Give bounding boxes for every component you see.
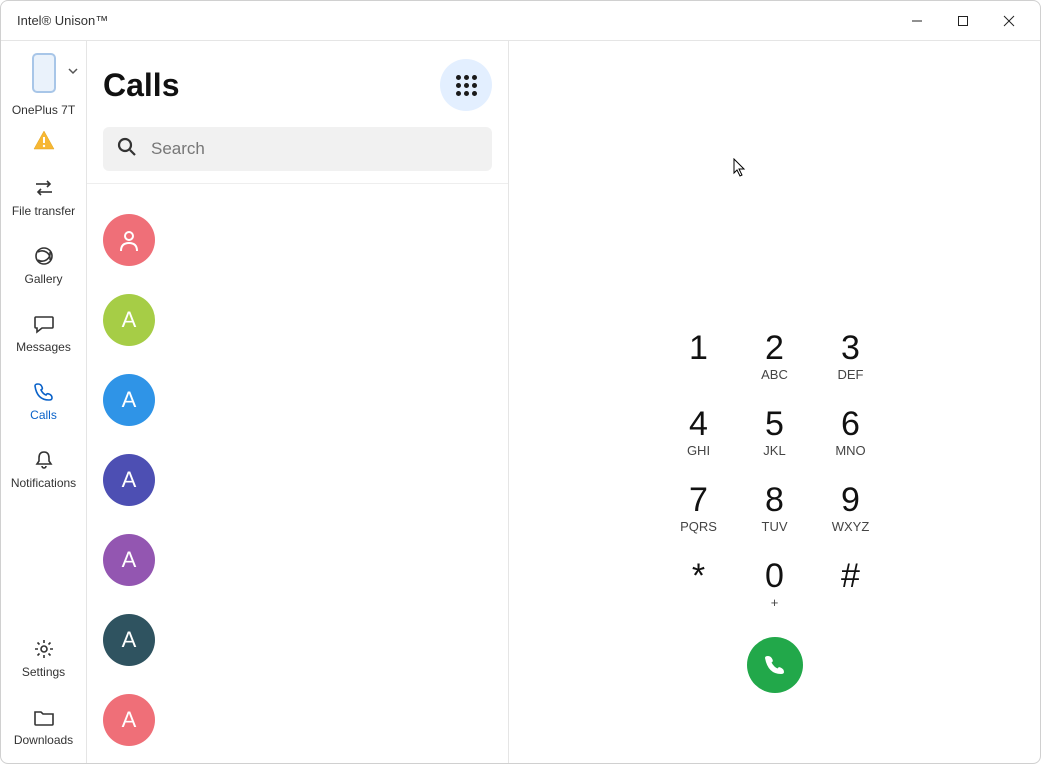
avatar: A (103, 614, 155, 666)
gear-icon (32, 637, 56, 661)
bell-icon (32, 448, 56, 472)
sidebar-item-notifications[interactable]: Notifications (1, 446, 86, 492)
dialer-digit: 9 (841, 483, 860, 517)
sidebar: OnePlus 7T File transfer Gallery (1, 41, 87, 763)
dialer-digit: # (841, 559, 860, 593)
minimize-button[interactable] (894, 5, 940, 37)
dialer-key-3[interactable]: 3 DEF (813, 319, 889, 395)
device-name: OnePlus 7T (12, 103, 75, 117)
sidebar-item-label: File transfer (12, 204, 75, 218)
dialpad-button[interactable] (440, 59, 492, 111)
messages-icon (32, 312, 56, 336)
dialer-digit: 1 (689, 331, 708, 365)
dialer-digit: 4 (689, 407, 708, 441)
dialer-digit: 7 (689, 483, 708, 517)
dialer-letters: TUV (762, 519, 788, 535)
contacts-list[interactable]: AAAAAA (87, 184, 508, 763)
dialer-key-#[interactable]: # (813, 547, 889, 623)
dialer-panel: 12ABC3DEF4GHI5JKL6MNO7PQRS8TUV9WXYZ*0+# (509, 41, 1040, 763)
sidebar-item-file-transfer[interactable]: File transfer (1, 174, 86, 220)
contact-row[interactable]: A (103, 360, 492, 440)
search-input[interactable] (151, 139, 478, 159)
dialer-letters: GHI (687, 443, 710, 459)
dialer-key-4[interactable]: 4 GHI (661, 395, 737, 471)
sidebar-item-label: Downloads (14, 733, 73, 747)
avatar (103, 214, 155, 266)
dialer-letters: + (771, 595, 779, 611)
dialer-key-9[interactable]: 9 WXYZ (813, 471, 889, 547)
gallery-icon (32, 244, 56, 268)
close-button[interactable] (986, 5, 1032, 37)
dialpad-icon (456, 75, 477, 96)
calls-icon (32, 380, 56, 404)
search-field[interactable] (103, 127, 492, 171)
dialer-digit: 3 (841, 331, 860, 365)
sidebar-item-settings[interactable]: Settings (1, 635, 86, 681)
contact-row[interactable]: A (103, 440, 492, 520)
dialer-letters: MNO (835, 443, 865, 459)
dialer-digit: 5 (765, 407, 784, 441)
dialer-letters: ABC (761, 367, 788, 383)
warning-icon[interactable] (32, 129, 56, 156)
phone-icon (762, 652, 788, 678)
transfer-icon (32, 176, 56, 200)
titlebar: Intel® Unison™ (1, 1, 1040, 41)
page-title: Calls (103, 67, 179, 104)
dialer-key-5[interactable]: 5 JKL (737, 395, 813, 471)
dialer-key-7[interactable]: 7 PQRS (661, 471, 737, 547)
dialer-key-0[interactable]: 0+ (737, 547, 813, 623)
sidebar-item-downloads[interactable]: Downloads (1, 703, 86, 749)
device-selector[interactable] (23, 51, 65, 95)
dialer-letters: DEF (838, 367, 864, 383)
contact-row[interactable]: A (103, 680, 492, 760)
phone-icon (32, 53, 56, 93)
dialer-digit: 0 (765, 559, 784, 593)
avatar: A (103, 694, 155, 746)
dialer-digit: * (692, 559, 705, 593)
maximize-button[interactable] (940, 5, 986, 37)
dialer-letters: WXYZ (832, 519, 870, 535)
dialer-digit: 8 (765, 483, 784, 517)
avatar: A (103, 534, 155, 586)
avatar: A (103, 374, 155, 426)
dialer-letters: PQRS (680, 519, 717, 535)
dialer-key-2[interactable]: 2 ABC (737, 319, 813, 395)
call-button[interactable] (747, 637, 803, 693)
avatar: A (103, 454, 155, 506)
sidebar-item-gallery[interactable]: Gallery (1, 242, 86, 288)
dialer-key-8[interactable]: 8 TUV (737, 471, 813, 547)
search-icon (117, 137, 137, 162)
contact-row[interactable] (103, 200, 492, 280)
avatar: A (103, 294, 155, 346)
dialer-key-1[interactable]: 1 (661, 319, 737, 395)
dialer-key-*[interactable]: * (661, 547, 737, 623)
contact-row[interactable]: A (103, 520, 492, 600)
sidebar-item-calls[interactable]: Calls (1, 378, 86, 424)
dialer-keypad: 12ABC3DEF4GHI5JKL6MNO7PQRS8TUV9WXYZ*0+# (661, 319, 889, 623)
folder-icon (32, 705, 56, 729)
contact-row[interactable]: A (103, 280, 492, 360)
sidebar-item-label: Gallery (24, 272, 62, 286)
sidebar-item-label: Messages (16, 340, 71, 354)
dialer-key-6[interactable]: 6 MNO (813, 395, 889, 471)
sidebar-item-label: Settings (22, 665, 65, 679)
dialer-digit: 2 (765, 331, 784, 365)
sidebar-item-label: Calls (30, 408, 57, 422)
dialer-digit: 6 (841, 407, 860, 441)
calls-panel: Calls AAAAAA (87, 41, 509, 763)
chevron-down-icon (67, 65, 79, 77)
sidebar-item-label: Notifications (11, 476, 76, 490)
dialer-letters: JKL (763, 443, 785, 459)
contact-row[interactable]: A (103, 600, 492, 680)
sidebar-item-messages[interactable]: Messages (1, 310, 86, 356)
window-title: Intel® Unison™ (17, 13, 894, 28)
